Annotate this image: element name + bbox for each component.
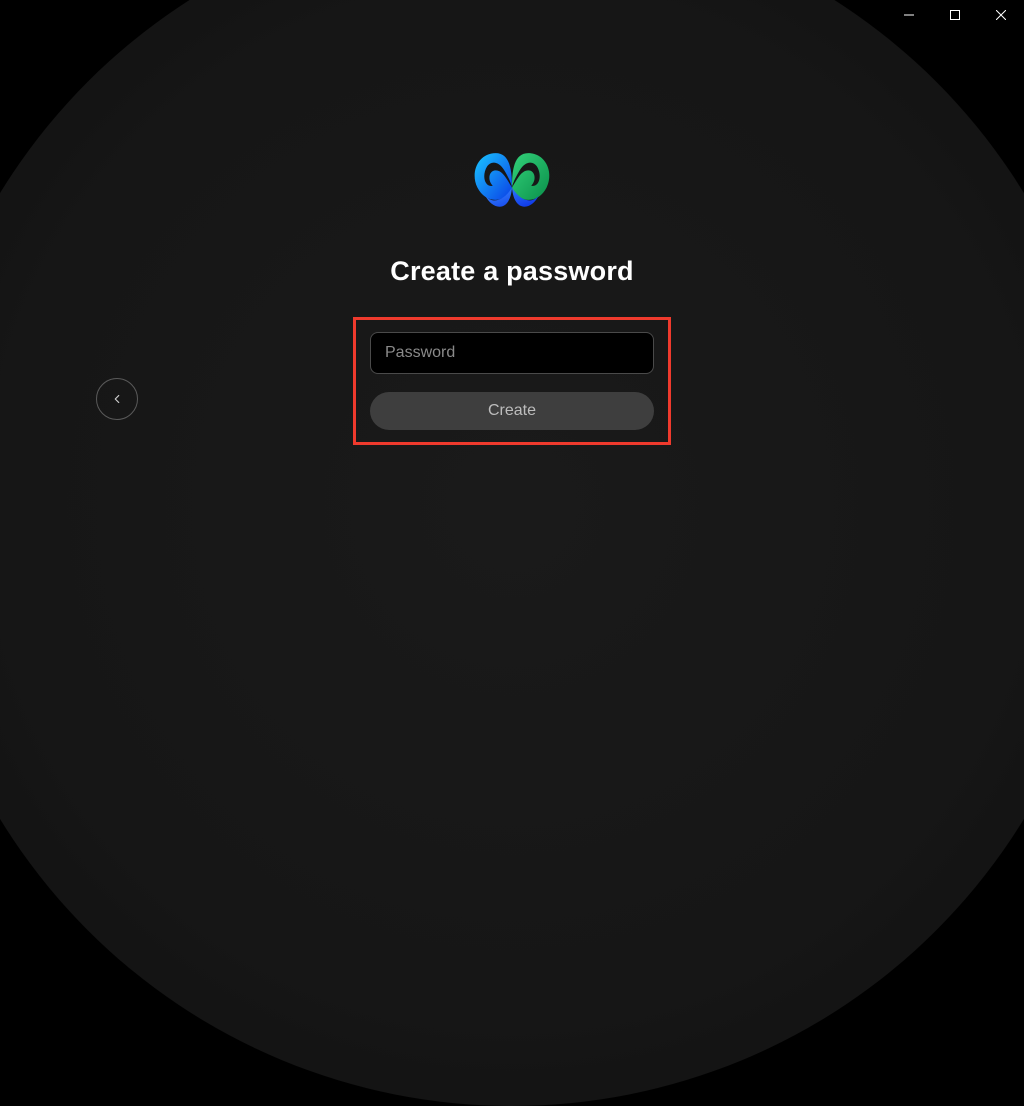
maximize-icon	[950, 10, 960, 20]
page-title: Create a password	[390, 256, 634, 287]
create-button[interactable]: Create	[370, 392, 654, 430]
window-controls	[886, 0, 1024, 30]
close-icon	[996, 10, 1006, 20]
minimize-icon	[904, 10, 914, 20]
password-input[interactable]	[370, 332, 654, 374]
chevron-left-icon	[110, 392, 124, 406]
highlighted-form-area: Create	[353, 317, 671, 445]
back-button[interactable]	[96, 378, 138, 420]
webex-logo	[464, 132, 560, 228]
minimize-button[interactable]	[886, 0, 932, 30]
webex-logo-icon	[464, 132, 560, 228]
maximize-button[interactable]	[932, 0, 978, 30]
close-button[interactable]	[978, 0, 1024, 30]
create-password-panel: Create a password Create	[353, 132, 671, 445]
